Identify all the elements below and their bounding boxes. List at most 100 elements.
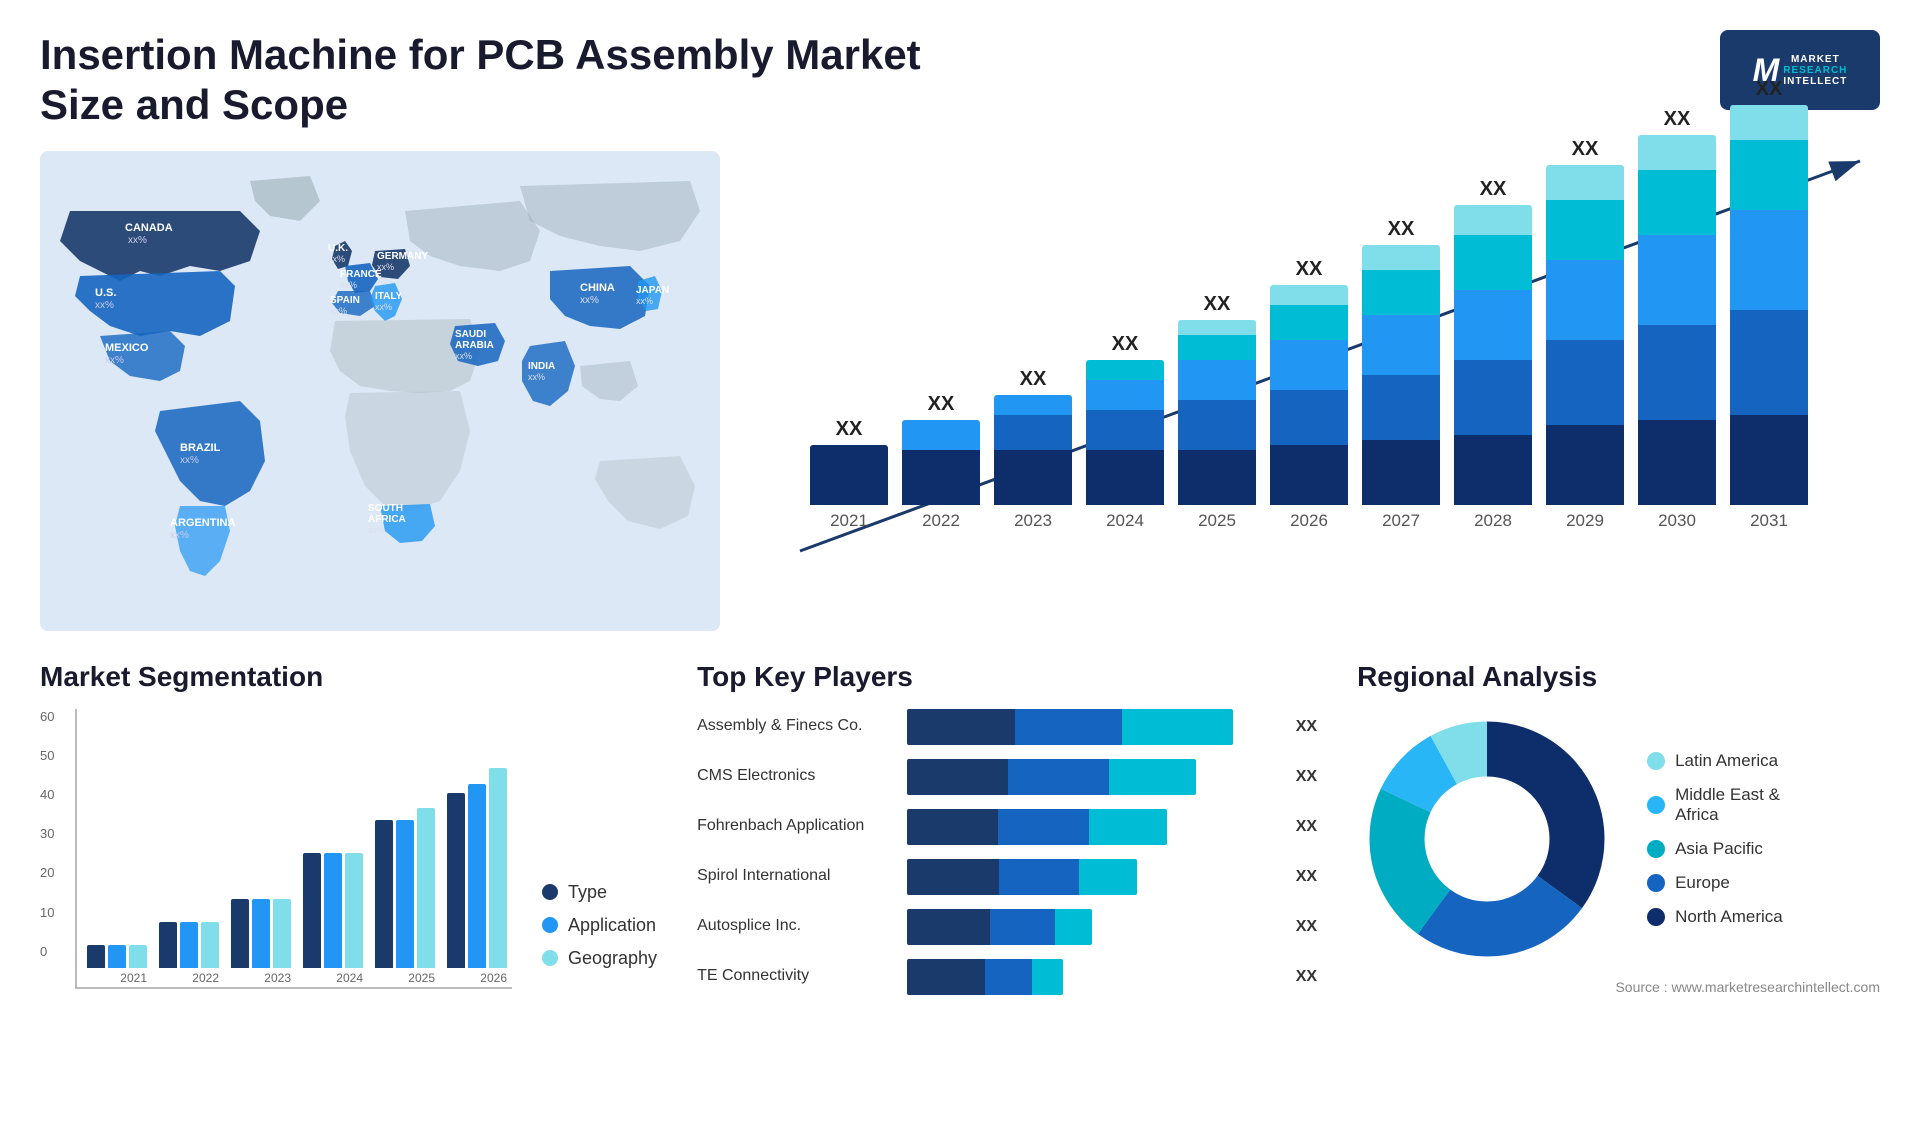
svg-text:xx%: xx%	[368, 525, 385, 535]
donut-svg	[1357, 709, 1617, 969]
world-map: CANADA xx% U.S. xx% MEXICO xx% BRAZIL xx…	[40, 151, 720, 631]
svg-text:FRANCE: FRANCE	[340, 269, 382, 280]
page-container: Insertion Machine for PCB Assembly Marke…	[0, 0, 1920, 1146]
svg-text:SPAIN: SPAIN	[330, 295, 360, 306]
svg-text:xx%: xx%	[170, 530, 189, 541]
bar-2028: XX 2028	[1454, 178, 1532, 531]
regional-panel: Regional Analysis	[1357, 661, 1880, 995]
legend-dot-geo	[542, 950, 558, 966]
players-panel: Top Key Players Assembly & Finecs Co. XX…	[697, 661, 1317, 1009]
bar-2031: XX 2031	[1730, 78, 1808, 531]
player-value-3: XX	[1296, 818, 1317, 836]
player-name-2: CMS Electronics	[697, 766, 897, 787]
player-value-5: XX	[1296, 918, 1317, 936]
seg-legend: Type Application Geography	[542, 882, 657, 989]
player-row-4: Spirol International XX	[697, 859, 1317, 895]
legend-label-type: Type	[568, 882, 607, 903]
map-svg: CANADA xx% U.S. xx% MEXICO xx% BRAZIL xx…	[40, 151, 720, 631]
seg-bar-app	[108, 945, 126, 968]
svg-text:xx%: xx%	[330, 306, 347, 316]
bar-2022: XX 2022	[902, 393, 980, 531]
seg-bar-chart: 60 50 40 30 20 10 0 2021	[40, 709, 512, 989]
svg-text:xx%: xx%	[180, 455, 199, 466]
svg-text:xx%: xx%	[105, 355, 124, 366]
player-row-6: TE Connectivity XX	[697, 959, 1317, 995]
svg-text:xx%: xx%	[455, 351, 472, 361]
seg-bar-type	[87, 945, 105, 968]
dot-middle-east-africa	[1647, 796, 1665, 814]
seg-group-2026: 2026	[447, 768, 507, 985]
seg-group-2023: 2023	[231, 899, 291, 985]
svg-text:ITALY: ITALY	[375, 291, 403, 302]
player-value-4: XX	[1296, 868, 1317, 886]
svg-text:U.S.: U.S.	[95, 287, 116, 299]
player-bar-1	[907, 709, 1278, 745]
bar-2029: XX 2029	[1546, 138, 1624, 531]
svg-text:xx%: xx%	[377, 262, 394, 272]
dot-latin-america	[1647, 752, 1665, 770]
label-north-america: North America	[1675, 907, 1783, 927]
bar-2027: XX 2027	[1362, 218, 1440, 531]
svg-text:xx%: xx%	[128, 235, 147, 246]
bar-2023: XX 2023	[994, 368, 1072, 531]
header: Insertion Machine for PCB Assembly Marke…	[40, 30, 1880, 131]
players-title: Top Key Players	[697, 661, 1317, 693]
bar-chart-container: XX 2021 XX 2022 XX	[760, 151, 1880, 631]
legend-label-geo: Geography	[568, 948, 657, 969]
player-name-5: Autosplice Inc.	[697, 916, 897, 937]
legend-dot-type	[542, 884, 558, 900]
source-text: Source : www.marketresearchintellect.com	[1357, 979, 1880, 995]
svg-text:xx%: xx%	[328, 254, 345, 264]
svg-text:AFRICA: AFRICA	[368, 514, 406, 525]
svg-text:U.K.: U.K.	[328, 243, 348, 254]
svg-text:SAUDI: SAUDI	[455, 329, 486, 340]
bar-2026: XX 2026	[1270, 258, 1348, 531]
legend-label-app: Application	[568, 915, 656, 936]
svg-text:xx%: xx%	[375, 302, 392, 312]
player-value-1: XX	[1296, 718, 1317, 736]
label-europe: Europe	[1675, 873, 1730, 893]
bar-2024: XX 2024	[1086, 333, 1164, 531]
player-row-3: Fohrenbach Application XX	[697, 809, 1317, 845]
seg-bars-area: 2021 2022	[75, 709, 512, 989]
regional-legend: Latin America Middle East &Africa Asia P…	[1647, 751, 1783, 927]
legend-type: Type	[542, 882, 657, 903]
legend-asia-pacific: Asia Pacific	[1647, 839, 1783, 859]
page-title: Insertion Machine for PCB Assembly Marke…	[40, 30, 940, 131]
seg-group-2022: 2022	[159, 922, 219, 985]
regional-title: Regional Analysis	[1357, 661, 1880, 693]
dot-north-america	[1647, 908, 1665, 926]
bar-2021: XX 2021	[810, 418, 888, 531]
svg-text:MEXICO: MEXICO	[105, 342, 149, 354]
seg-group-2021: 2021	[87, 945, 147, 985]
svg-text:xx%: xx%	[340, 280, 357, 290]
segmentation-title: Market Segmentation	[40, 661, 657, 693]
logo-line2: RESEARCH	[1783, 65, 1847, 76]
player-bar-6	[907, 959, 1278, 995]
svg-text:ARABIA: ARABIA	[455, 340, 494, 351]
svg-text:INDIA: INDIA	[528, 361, 555, 372]
svg-text:xx%: xx%	[95, 300, 114, 311]
svg-text:SOUTH: SOUTH	[368, 503, 403, 514]
svg-text:ARGENTINA: ARGENTINA	[170, 517, 235, 529]
label-latin-america: Latin America	[1675, 751, 1778, 771]
donut-area: Latin America Middle East &Africa Asia P…	[1357, 709, 1880, 969]
seg-group-2024: 2024	[303, 853, 363, 985]
seg-bar-geo	[129, 945, 147, 968]
svg-text:xx%: xx%	[636, 296, 653, 306]
bar-chart-bars: XX 2021 XX 2022 XX	[780, 171, 1860, 571]
legend-europe: Europe	[1647, 873, 1783, 893]
player-row-2: CMS Electronics XX	[697, 759, 1317, 795]
label-asia-pacific: Asia Pacific	[1675, 839, 1763, 859]
dot-europe	[1647, 874, 1665, 892]
legend-latin-america: Latin America	[1647, 751, 1783, 771]
player-name-6: TE Connectivity	[697, 966, 897, 987]
legend-dot-app	[542, 917, 558, 933]
player-name-3: Fohrenbach Application	[697, 816, 897, 837]
segmentation-panel: Market Segmentation 60 50 40 30 20 10 0	[40, 661, 657, 989]
legend-application: Application	[542, 915, 657, 936]
player-value-2: XX	[1296, 768, 1317, 786]
player-name-1: Assembly & Finecs Co.	[697, 716, 897, 737]
svg-text:xx%: xx%	[528, 372, 545, 382]
y-axis-labels: 60 50 40 30 20 10 0	[40, 709, 70, 959]
